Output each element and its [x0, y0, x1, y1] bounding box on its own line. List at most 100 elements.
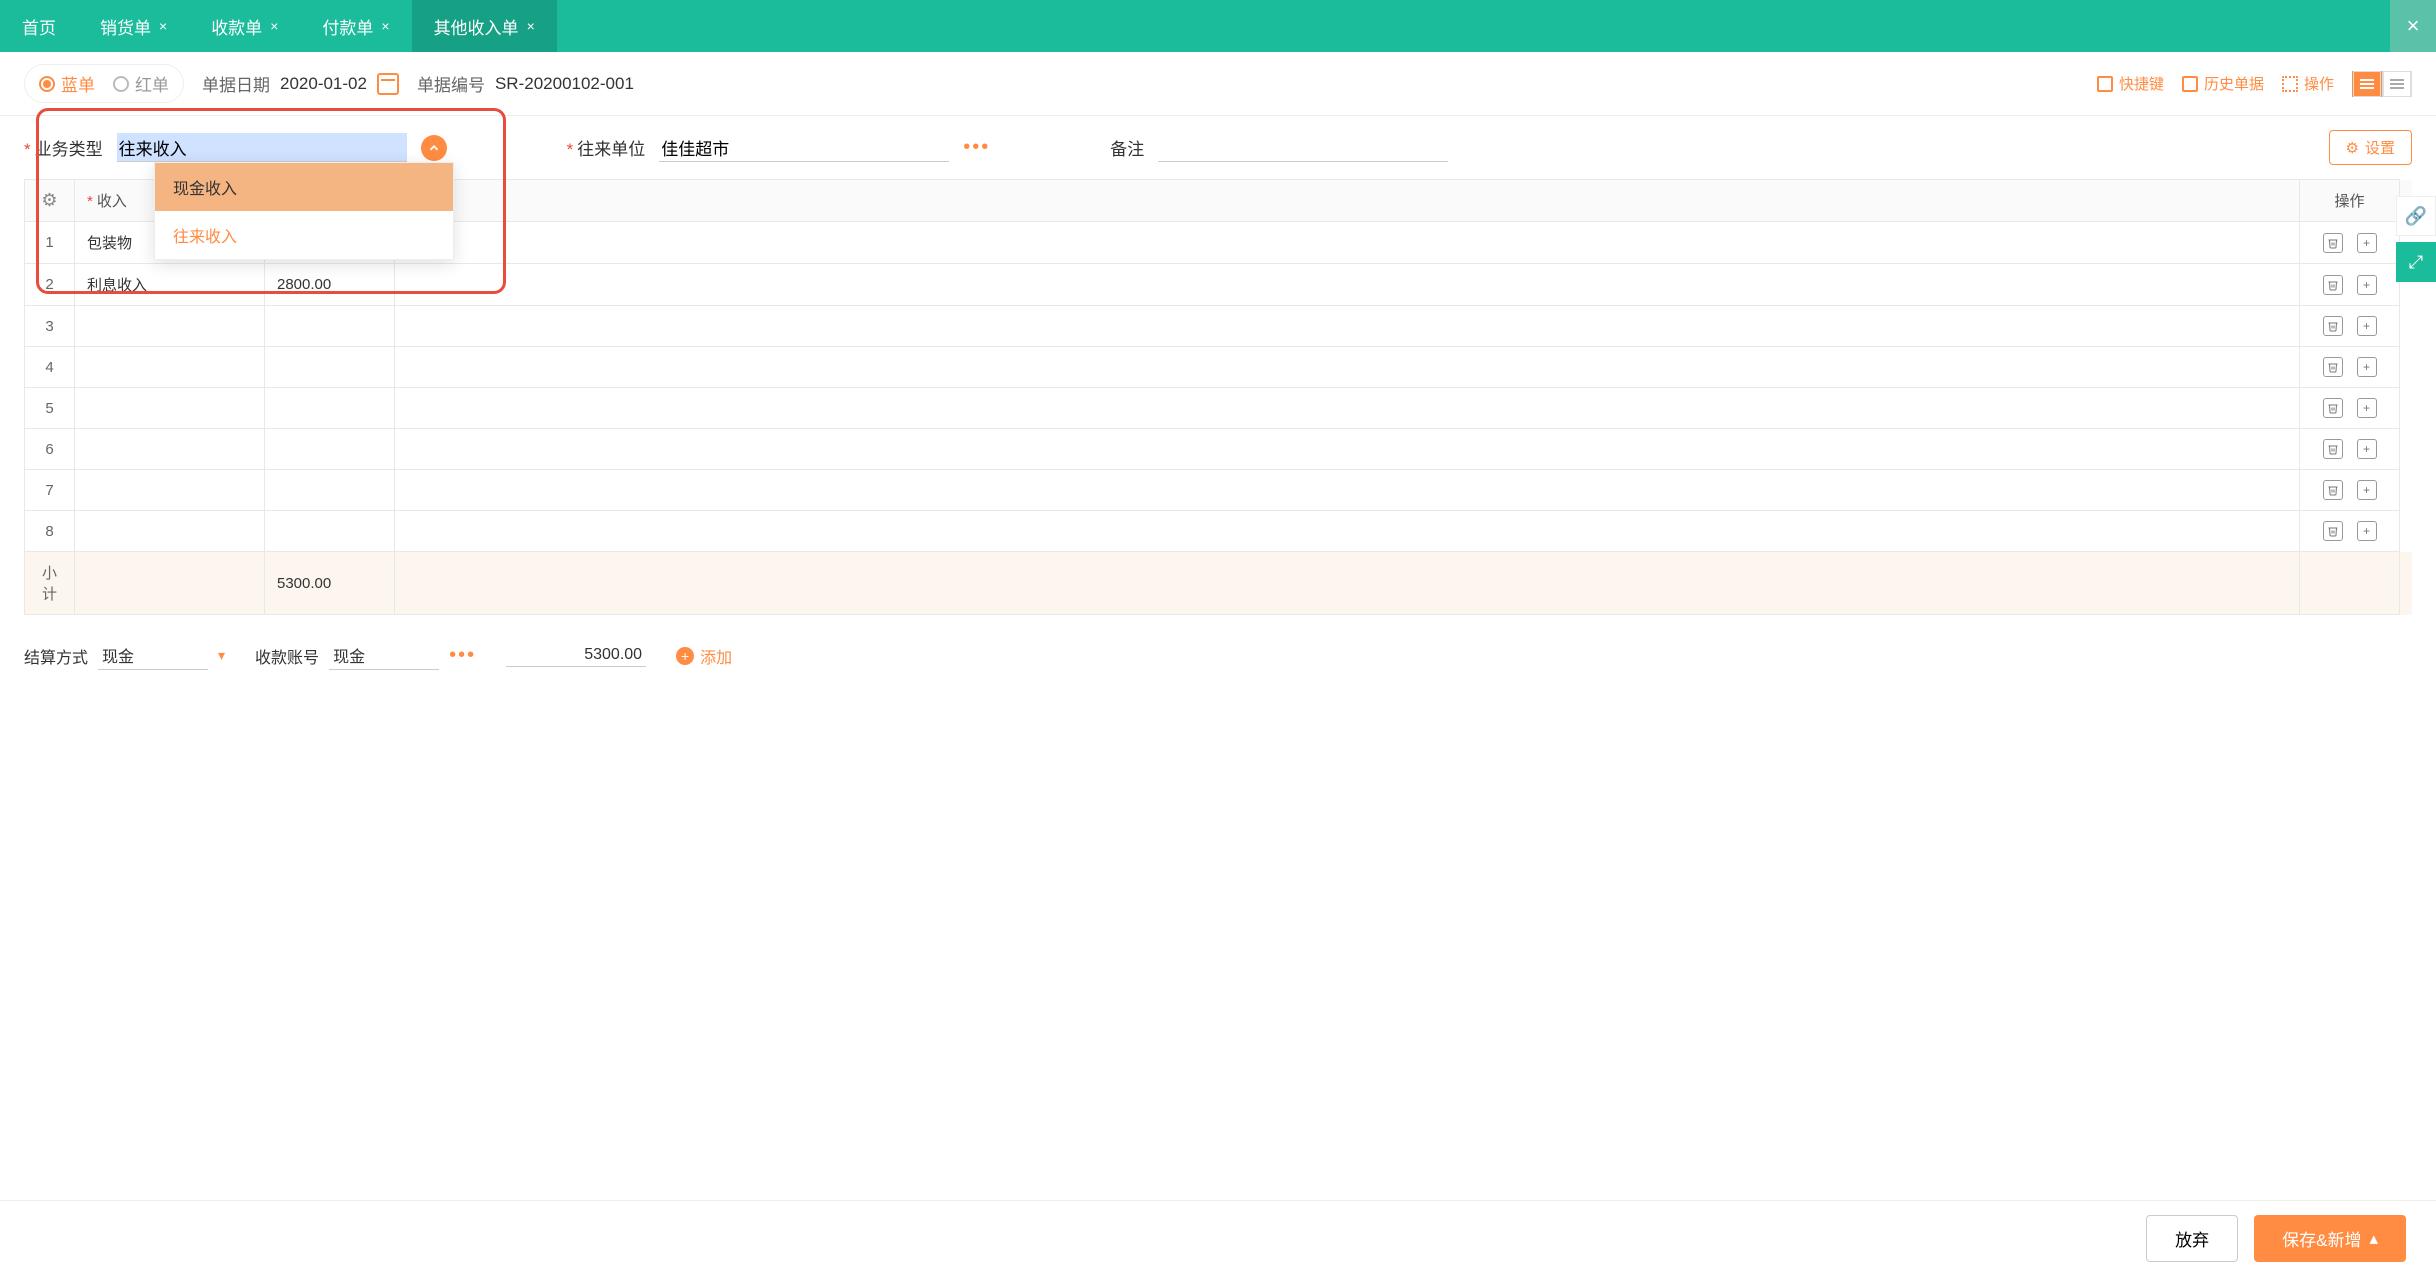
plus-icon: +: [676, 647, 694, 665]
more-icon[interactable]: •••: [449, 644, 476, 667]
cell-remark[interactable]: [395, 429, 2300, 470]
tab-sales[interactable]: 销货单×: [78, 0, 189, 52]
cell-remark[interactable]: [395, 222, 2300, 264]
cell-name[interactable]: [75, 388, 265, 429]
cell-name[interactable]: [75, 429, 265, 470]
discard-button[interactable]: 放弃: [2146, 1215, 2238, 1262]
close-icon[interactable]: ×: [527, 18, 535, 34]
col-remark: 注: [395, 180, 2300, 222]
remark-field: 备注: [1110, 133, 1448, 162]
delete-row-button[interactable]: [2323, 316, 2343, 336]
delete-row-button[interactable]: [2323, 480, 2343, 500]
delete-row-button[interactable]: [2323, 275, 2343, 295]
cell-amount[interactable]: [265, 347, 395, 388]
close-icon[interactable]: ×: [270, 18, 278, 34]
row-index: 3: [25, 306, 75, 347]
add-row-button[interactable]: +: [2357, 480, 2377, 500]
radio-blue[interactable]: 蓝单: [39, 71, 95, 96]
table-row[interactable]: 3 +: [25, 306, 2412, 347]
close-icon[interactable]: ×: [381, 18, 389, 34]
chevron-down-icon[interactable]: ▾: [218, 647, 225, 664]
add-row-button[interactable]: +: [2357, 275, 2377, 295]
delete-row-button[interactable]: [2323, 398, 2343, 418]
cell-amount[interactable]: [265, 429, 395, 470]
cell-ops: +: [2300, 470, 2400, 511]
delete-row-button[interactable]: [2323, 233, 2343, 253]
document-header: 蓝单 红单 单据日期 2020-01-02 单据编号 SR-20200102-0…: [0, 52, 2436, 116]
add-row-button[interactable]: +: [2357, 233, 2377, 253]
cell-ops: +: [2300, 222, 2400, 264]
attachment-button[interactable]: 🔗: [2396, 196, 2436, 236]
add-payment-button[interactable]: + 添加: [676, 644, 732, 668]
table-row[interactable]: 7 +: [25, 470, 2412, 511]
column-config[interactable]: ⚙: [25, 180, 75, 222]
cell-amount[interactable]: [265, 388, 395, 429]
party-input[interactable]: [659, 133, 949, 162]
table-row[interactable]: 6 +: [25, 429, 2412, 470]
cell-remark[interactable]: [395, 511, 2300, 552]
cell-name[interactable]: [75, 347, 265, 388]
cell-remark[interactable]: [395, 306, 2300, 347]
row-index: 4: [25, 347, 75, 388]
delete-row-button[interactable]: [2323, 439, 2343, 459]
quickkey-button[interactable]: 快捷键: [2097, 73, 2164, 94]
add-row-button[interactable]: +: [2357, 316, 2377, 336]
cell-ops: +: [2300, 429, 2400, 470]
tab-home[interactable]: 首页: [0, 0, 78, 52]
side-helpers: 🔗 ⤢: [2396, 196, 2436, 282]
biz-type-input[interactable]: [117, 133, 407, 162]
delete-row-button[interactable]: [2323, 521, 2343, 541]
view-toggle: [2352, 71, 2412, 97]
add-row-button[interactable]: +: [2357, 439, 2377, 459]
settings-button[interactable]: ⚙设置: [2329, 130, 2412, 165]
dropdown-option-receivable[interactable]: 往来收入: [155, 211, 453, 259]
cell-remark[interactable]: [395, 347, 2300, 388]
payment-amount[interactable]: 5300.00: [506, 644, 646, 667]
table-row[interactable]: 4 +: [25, 347, 2412, 388]
delete-row-button[interactable]: [2323, 357, 2343, 377]
tab-receipt[interactable]: 收款单×: [189, 0, 300, 52]
subtotal-row: 小计 5300.00: [25, 552, 2412, 615]
cell-remark[interactable]: [395, 388, 2300, 429]
gear-icon: ⚙: [41, 190, 57, 210]
expand-button[interactable]: ⤢: [2396, 242, 2436, 282]
calendar-icon[interactable]: [377, 73, 399, 95]
row-index: 5: [25, 388, 75, 429]
close-all-button[interactable]: ×: [2390, 0, 2436, 52]
cell-amount[interactable]: [265, 511, 395, 552]
remark-input[interactable]: [1158, 133, 1448, 162]
tab-other-income[interactable]: 其他收入单×: [412, 0, 557, 52]
history-icon: [2182, 76, 2198, 92]
ops-button[interactable]: 操作: [2282, 73, 2334, 94]
receive-account[interactable]: 收款账号 现金 •••: [255, 641, 476, 670]
cell-amount[interactable]: 2800.00: [265, 264, 395, 306]
add-row-button[interactable]: +: [2357, 398, 2377, 418]
table-row[interactable]: 5 +: [25, 388, 2412, 429]
tab-payment[interactable]: 付款单×: [300, 0, 411, 52]
cell-remark[interactable]: [395, 264, 2300, 306]
cell-amount[interactable]: [265, 306, 395, 347]
radio-red[interactable]: 红单: [113, 71, 169, 96]
more-icon[interactable]: •••: [963, 136, 990, 159]
cell-remark[interactable]: [395, 470, 2300, 511]
close-icon[interactable]: ×: [159, 18, 167, 34]
table-row[interactable]: 8 +: [25, 511, 2412, 552]
settle-method[interactable]: 结算方式 现金 ▾: [24, 641, 225, 670]
view-list-button[interactable]: [2352, 71, 2382, 97]
chevron-up-icon[interactable]: [421, 135, 447, 161]
date-value[interactable]: 2020-01-02: [280, 74, 367, 94]
save-button[interactable]: 保存&新增▴: [2254, 1215, 2406, 1262]
biz-type-field: *业务类型: [24, 133, 447, 162]
cell-amount[interactable]: [265, 470, 395, 511]
row-index: 7: [25, 470, 75, 511]
dropdown-option-cash[interactable]: 现金收入: [155, 163, 453, 211]
add-row-button[interactable]: +: [2357, 357, 2377, 377]
history-button[interactable]: 历史单据: [2182, 73, 2264, 94]
cell-name[interactable]: 利息收入: [75, 264, 265, 306]
view-card-button[interactable]: [2382, 71, 2412, 97]
cell-name[interactable]: [75, 306, 265, 347]
table-row[interactable]: 2 利息收入 2800.00 +: [25, 264, 2412, 306]
cell-name[interactable]: [75, 511, 265, 552]
add-row-button[interactable]: +: [2357, 521, 2377, 541]
cell-name[interactable]: [75, 470, 265, 511]
